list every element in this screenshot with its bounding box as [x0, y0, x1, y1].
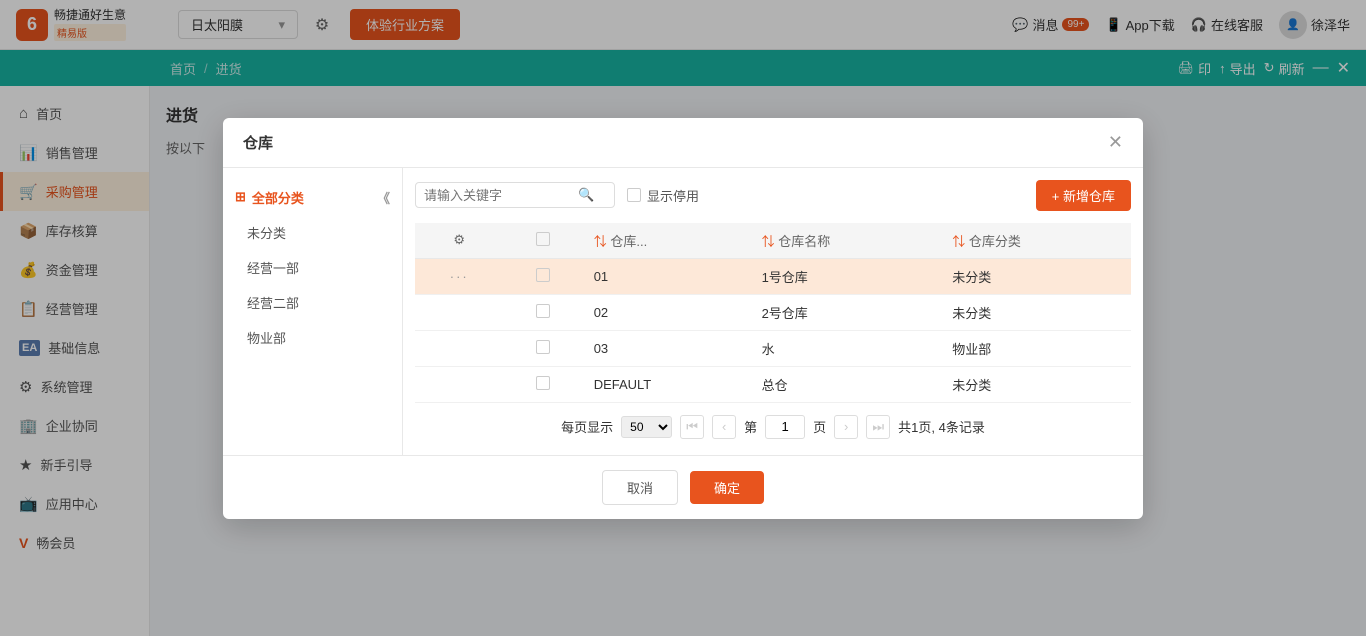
all-category-label: 全部分类 — [252, 188, 304, 207]
row-actions-4 — [415, 366, 504, 402]
row-name-2: 2号仓库 — [750, 294, 941, 330]
row-category-4: 未分类 — [940, 366, 1131, 402]
show-disabled-checkbox[interactable] — [627, 188, 641, 202]
table-row[interactable]: 02 2号仓库 未分类 — [415, 294, 1131, 330]
search-input[interactable] — [424, 188, 574, 203]
last-page-button[interactable]: ⏭ — [866, 415, 890, 439]
grid-icon: ⊞ — [235, 189, 246, 205]
pagination: 每页显示 50 10 20 100 ⏮ ‹ 第 页 › — [415, 403, 1131, 443]
modal-overlay: 仓库 ✕ ⊞ 全部分类 《 未分类 经营一部 经营二部 — [0, 0, 1366, 636]
warehouse-modal: 仓库 ✕ ⊞ 全部分类 《 未分类 经营一部 经营二部 — [223, 118, 1143, 519]
row-check-3 — [504, 330, 582, 366]
row-menu-1[interactable]: ··· — [450, 269, 469, 284]
modal-title: 仓库 — [243, 132, 273, 153]
collapse-icon[interactable]: 《 — [377, 188, 390, 207]
row-category-1: 未分类 — [940, 258, 1131, 294]
row-checkbox-1[interactable] — [536, 268, 550, 282]
modal-body: ⊞ 全部分类 《 未分类 经营一部 经营二部 物业部 — [223, 168, 1143, 455]
page-label: 第 — [744, 417, 757, 436]
table-header: ⚙ ⇅ 仓库... ⇅ — [415, 223, 1131, 259]
row-name-3: 水 — [750, 330, 941, 366]
total-info: 共1页, 4条记录 — [898, 417, 985, 436]
row-category-3: 物业部 — [940, 330, 1131, 366]
row-check-1 — [504, 258, 582, 294]
table-row[interactable]: ··· 01 1号仓库 — [415, 258, 1131, 294]
row-check-4 — [504, 366, 582, 402]
add-warehouse-button[interactable]: + 新增仓库 — [1036, 180, 1131, 211]
search-box: 🔍 — [415, 182, 615, 208]
table-row[interactable]: 03 水 物业部 — [415, 330, 1131, 366]
prev-page-button[interactable]: ‹ — [712, 415, 736, 439]
first-page-button[interactable]: ⏮ — [680, 415, 704, 439]
page-size-dropdown[interactable]: 50 10 20 100 — [621, 416, 672, 438]
confirm-button[interactable]: 确定 — [690, 471, 764, 504]
table-container: ⚙ ⇅ 仓库... ⇅ — [415, 223, 1131, 403]
th-code: ⇅ 仓库... — [582, 223, 750, 259]
page-unit: 页 — [813, 417, 826, 436]
th-name: ⇅ 仓库名称 — [750, 223, 941, 259]
row-name-4: 总仓 — [750, 366, 941, 402]
th-settings: ⚙ — [415, 223, 504, 259]
select-all-checkbox[interactable] — [536, 232, 550, 246]
warehouse-table: ⚙ ⇅ 仓库... ⇅ — [415, 223, 1131, 403]
row-code-4: DEFAULT — [582, 366, 750, 402]
table-panel: 🔍 显示停用 + 新增仓库 ⚙ — [403, 168, 1143, 455]
sort-icon: ⇅ — [594, 234, 607, 249]
row-category-2: 未分类 — [940, 294, 1131, 330]
modal-header: 仓库 ✕ — [223, 118, 1143, 168]
th-category: ⇅ 仓库分类 — [940, 223, 1131, 259]
row-code-2: 02 — [582, 294, 750, 330]
row-code-3: 03 — [582, 330, 750, 366]
table-toolbar: 🔍 显示停用 + 新增仓库 — [415, 180, 1131, 211]
show-disabled-area: 显示停用 — [627, 186, 699, 205]
cancel-button[interactable]: 取消 — [602, 470, 678, 505]
all-category-header[interactable]: ⊞ 全部分类 《 — [223, 180, 402, 215]
page-input[interactable] — [765, 415, 805, 439]
row-checkbox-2[interactable] — [536, 304, 550, 318]
category-item-3[interactable]: 物业部 — [223, 320, 402, 355]
sort-icon-2: ⇅ — [762, 234, 775, 249]
category-item-1[interactable]: 经营一部 — [223, 250, 402, 285]
show-disabled-label: 显示停用 — [647, 186, 699, 205]
table-row[interactable]: DEFAULT 总仓 未分类 — [415, 366, 1131, 402]
row-checkbox-3[interactable] — [536, 340, 550, 354]
row-actions-2 — [415, 294, 504, 330]
category-item-0[interactable]: 未分类 — [223, 215, 402, 250]
sort-icon-3: ⇅ — [952, 234, 965, 249]
row-check-2 — [504, 294, 582, 330]
modal-close-button[interactable]: ✕ — [1108, 132, 1123, 153]
settings-icon: ⚙ — [453, 232, 465, 247]
row-name-1: 1号仓库 — [750, 258, 941, 294]
th-checkbox — [504, 223, 582, 259]
category-item-2[interactable]: 经营二部 — [223, 285, 402, 320]
modal-footer: 取消 确定 — [223, 455, 1143, 519]
row-actions: ··· — [415, 258, 504, 294]
per-page-label: 每页显示 — [561, 417, 613, 436]
search-icon: 🔍 — [578, 187, 594, 203]
row-code-1: 01 — [582, 258, 750, 294]
row-actions-3 — [415, 330, 504, 366]
next-page-button[interactable]: › — [834, 415, 858, 439]
page-size-select: 50 10 20 100 — [621, 416, 672, 438]
row-checkbox-4[interactable] — [536, 376, 550, 390]
category-panel: ⊞ 全部分类 《 未分类 经营一部 经营二部 物业部 — [223, 168, 403, 455]
table-body: ··· 01 1号仓库 — [415, 258, 1131, 402]
